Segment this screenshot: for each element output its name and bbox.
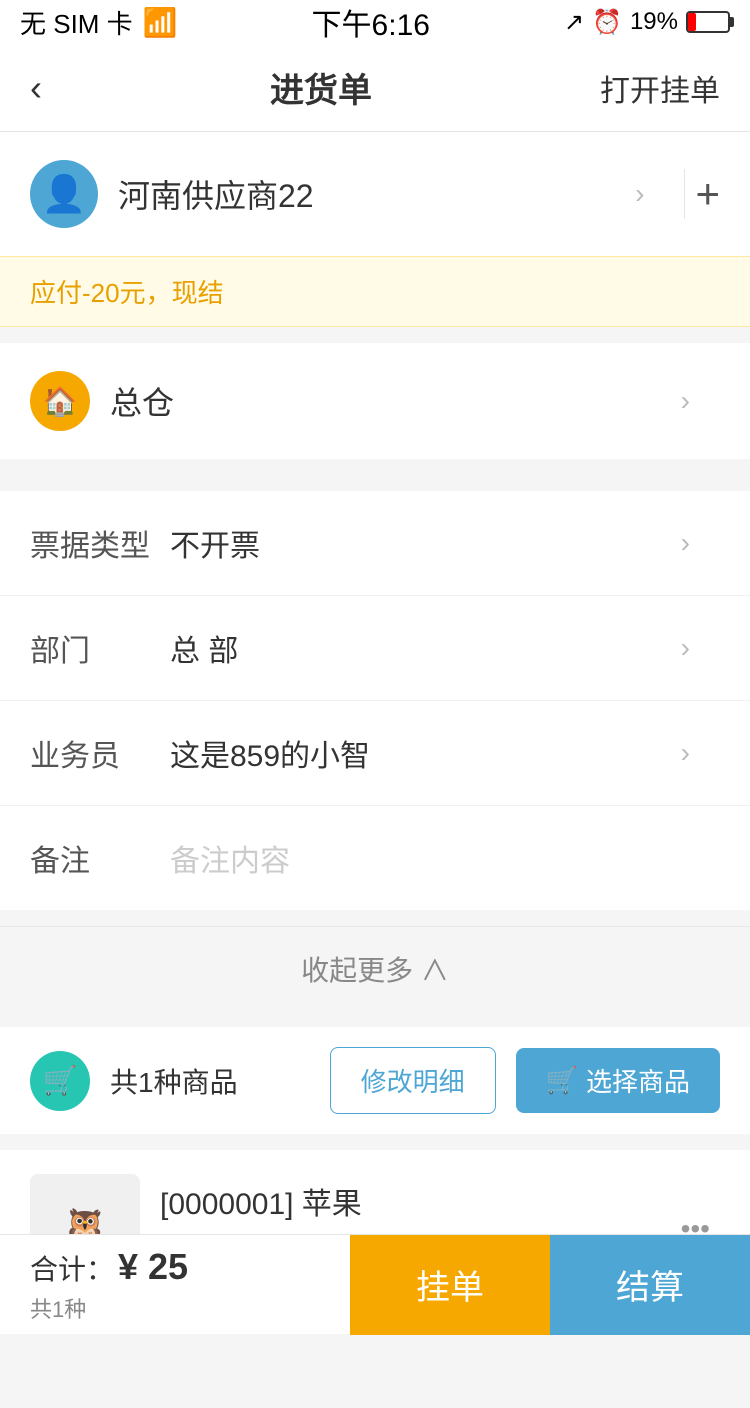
total-count: 共1种 [30,1292,320,1324]
section-gap-3 [0,1011,750,1027]
status-bar: 无 SIM 卡 📶 下午6:16 ↗ ⏰ 19% [0,0,750,44]
battery-icon [686,11,730,33]
invoice-type-value: 不开票 [170,521,681,565]
collapse-label: 收起更多 ∧ [301,955,449,986]
total-section: 合计： ¥ 25 共1种 [0,1246,350,1324]
warehouse-icon: 🏠 [30,371,90,431]
add-supplier-button[interactable]: + [695,170,720,218]
wifi-icon: 📶 [143,6,178,39]
department-row[interactable]: 部门 总 部 › [0,596,750,701]
page-title: 进货单 [270,63,372,112]
collapse-button[interactable]: 收起更多 ∧ [0,926,750,1011]
product-name: [0000001] 苹果 [160,1179,651,1223]
battery-fill [688,13,696,31]
total-label: 合计： [30,1248,114,1288]
supplier-row[interactable]: 👤 河南供应商22 › + [0,132,750,256]
vertical-divider [684,169,685,219]
products-icon: 🛒 [30,1051,90,1111]
supplier-avatar: 👤 [30,160,98,228]
section-gap-1 [0,327,750,343]
warehouse-name: 总仓 [110,378,681,424]
avatar-icon: 👤 [42,173,87,215]
bottom-bar: 合计： ¥ 25 共1种 挂单 结算 [0,1234,750,1334]
products-header: 🛒 共1种商品 修改明细 🛒 选择商品 [0,1027,750,1134]
warehouse-chevron-icon: › [681,385,690,417]
back-button[interactable]: ‹ [30,67,42,109]
product-code: [0000001] [160,1188,302,1221]
content: 👤 河南供应商22 › + 应付-20元，现结 🏠 总仓 › 票据类型 不开票 … [0,132,750,1408]
supplier-chevron-icon: › [635,178,644,210]
salesperson-value: 这是859的小智 [170,731,681,775]
edit-details-button[interactable]: 修改明细 [330,1047,496,1114]
carrier-label: 无 SIM 卡 [20,4,133,41]
select-products-button[interactable]: 🛒 选择商品 [516,1048,720,1113]
salesperson-label: 业务员 [30,731,170,775]
total-amount: ¥ 25 [118,1246,188,1288]
checkout-button[interactable]: 结算 [550,1235,750,1335]
section-gap-2 [0,475,750,491]
supplier-alert: 应付-20元，现结 [0,256,750,327]
remark-label: 备注 [30,836,170,880]
hang-order-button[interactable]: 挂单 [350,1235,550,1335]
battery-label: 19% [630,8,678,36]
product-title: 苹果 [302,1188,362,1221]
nav-bar: ‹ 进货单 打开挂单 [0,44,750,132]
status-bar-left: 无 SIM 卡 📶 [20,4,178,41]
salesperson-row[interactable]: 业务员 这是859的小智 › [0,701,750,806]
salesperson-chevron-icon: › [681,737,690,769]
status-bar-time: 下午6:16 [312,0,430,44]
products-count: 共1种商品 [110,1061,310,1101]
department-value: 总 部 [170,626,681,670]
supplier-section: 👤 河南供应商22 › + 应付-20元，现结 [0,132,750,327]
location-icon: ↗ [564,8,584,37]
remark-input[interactable]: 备注内容 [170,836,720,880]
invoice-type-label: 票据类型 [30,521,170,565]
open-hang-button[interactable]: 打开挂单 [600,66,720,110]
form-card: 票据类型 不开票 › 部门 总 部 › 业务员 这是859的小智 › 备注 备注… [0,491,750,910]
invoice-type-row[interactable]: 票据类型 不开票 › [0,491,750,596]
invoice-type-chevron-icon: › [681,527,690,559]
select-icon: 🛒 [546,1065,578,1096]
cart-icon: 🛒 [43,1064,78,1097]
department-label: 部门 [30,626,170,670]
department-chevron-icon: › [681,632,690,664]
select-products-label: 选择商品 [586,1062,690,1099]
remark-row[interactable]: 备注 备注内容 [0,806,750,910]
status-bar-right: ↗ ⏰ 19% [564,8,730,37]
warehouse-symbol: 🏠 [43,385,78,418]
supplier-name: 河南供应商22 [118,171,635,217]
warehouse-row[interactable]: 🏠 总仓 › [0,343,750,459]
alarm-icon: ⏰ [592,8,622,37]
